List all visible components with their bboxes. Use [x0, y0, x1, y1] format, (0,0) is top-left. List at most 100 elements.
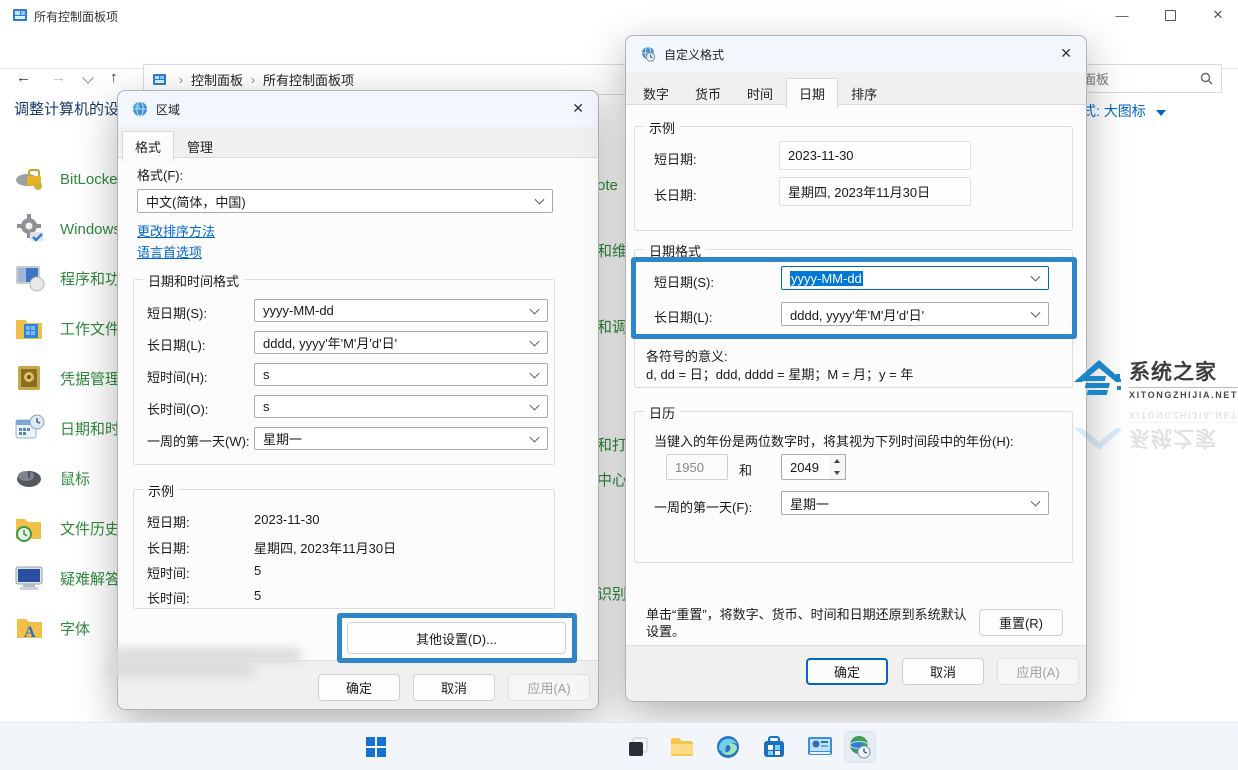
window-title: 所有控制面板项 [34, 8, 118, 25]
language-preferences-link[interactable]: 语言首选项 [137, 242, 202, 261]
tab-format[interactable]: 格式 [122, 131, 174, 162]
spinner-down-icon[interactable] [829, 467, 845, 479]
reset-button[interactable]: 重置(R) [979, 609, 1063, 636]
tab-date[interactable]: 日期 [786, 78, 838, 109]
watermark-house-icon [1072, 352, 1121, 404]
control-panel-app-button[interactable] [804, 731, 836, 763]
format-label: 格式(F): [137, 165, 183, 184]
credential-manager-icon [14, 362, 46, 394]
taskbar: 搜索 [0, 722, 1238, 770]
bg-fragment: 和打 [597, 434, 627, 455]
fonts-icon: A [14, 612, 46, 644]
example-short-date-field[interactable]: 2023-11-30 [779, 141, 971, 170]
long-date-label: 长日期(L): [654, 307, 713, 326]
close-icon[interactable]: ✕ [572, 100, 584, 117]
tab-time[interactable]: 时间 [734, 78, 786, 109]
long-date-combobox[interactable]: dddd, yyyy'年'M'月'd'日' [781, 302, 1049, 326]
ok-button[interactable]: 确定 [318, 674, 400, 701]
apply-button: 应用(A) [997, 658, 1079, 685]
region-dialog-titlebar: 区域 ✕ [118, 91, 598, 127]
tab-numbers[interactable]: 数字 [630, 78, 682, 109]
svg-text:A: A [24, 624, 36, 641]
short-date-combobox[interactable]: yyyy-MM-dd [781, 266, 1049, 290]
mouse-icon [14, 462, 46, 494]
customize-dialog-titlebar: 自定义格式 ✕ [626, 36, 1086, 72]
windows-logo-icon [364, 735, 388, 759]
start-button[interactable] [360, 731, 392, 763]
breadcrumb-all-items[interactable]: 所有控制面板项 [263, 70, 354, 89]
example-long-date-label: 长日期: [147, 538, 190, 557]
page-heading: 调整计算机的设置 [14, 98, 134, 119]
first-day-combobox[interactable]: 星期一 [781, 491, 1049, 515]
reset-description: 单击“重置”，将数字、货币、时间和日期还原到系统默认设置。 [646, 606, 976, 640]
store-icon [761, 734, 787, 760]
up-icon[interactable]: ↑ [110, 69, 118, 86]
bg-fragment: 中心 [597, 469, 627, 490]
tab-currency[interactable]: 货币 [682, 78, 734, 109]
maximize-button[interactable] [1148, 0, 1192, 30]
example-long-time-label: 长时间: [147, 588, 190, 607]
region-app-button[interactable] [844, 731, 876, 763]
file-explorer-button[interactable] [666, 731, 698, 763]
customize-dialog-title: 自定义格式 [664, 46, 724, 63]
globe-icon [132, 101, 148, 117]
conjunction-label: 和 [739, 460, 752, 479]
cpl-item-fonts[interactable]: A 字体 [14, 610, 90, 646]
cancel-button[interactable]: 取消 [902, 658, 984, 685]
year-from-field: 1950 [666, 454, 728, 480]
gear-icon [14, 212, 46, 244]
long-date-combobox[interactable]: dddd, yyyy'年'M'月'd'日' [254, 331, 548, 354]
long-time-combobox[interactable]: s [254, 395, 548, 418]
example-group-title: 示例 [644, 118, 680, 137]
breadcrumb-control-panel[interactable]: 控制面板 [191, 70, 243, 89]
cancel-button[interactable]: 取消 [413, 674, 495, 701]
date-time-icon [14, 412, 46, 444]
tab-sort[interactable]: 排序 [838, 78, 890, 109]
chevron-down-icon [1031, 308, 1041, 318]
blur-smudge [104, 663, 254, 677]
display-settings-icon [807, 734, 833, 760]
other-settings-button[interactable]: 其他设置(D)... [347, 622, 566, 654]
short-date-label: 短日期(S): [147, 303, 207, 322]
globe-clock-icon [640, 46, 656, 62]
apply-button: 应用(A) [508, 674, 590, 701]
back-icon[interactable]: ← [16, 69, 31, 86]
change-sort-link[interactable]: 更改排序方法 [137, 221, 215, 240]
crumb-separator: › [251, 73, 255, 87]
forward-icon[interactable]: → [51, 69, 66, 86]
programs-icon [14, 262, 46, 294]
cpl-item-mouse[interactable]: 鼠标 [14, 460, 90, 496]
history-chevron-icon[interactable] [82, 72, 93, 83]
minimize-button[interactable]: — [1100, 0, 1144, 30]
first-day-combobox[interactable]: 星期一 [254, 427, 548, 450]
year-spinner[interactable] [829, 454, 846, 480]
tab-administrative[interactable]: 管理 [174, 131, 226, 162]
year-to-field[interactable]: 2049 [781, 454, 830, 480]
edge-icon [715, 734, 741, 760]
region-dialog-title: 区域 [156, 101, 180, 118]
bg-fragment: 和调 [597, 316, 627, 337]
microsoft-store-button[interactable] [758, 731, 790, 763]
edge-button[interactable] [712, 731, 744, 763]
chevron-down-icon [530, 336, 540, 346]
ok-button[interactable]: 确定 [806, 658, 888, 685]
symbols-text: d, dd = 日；ddd, dddd = 星期；M = 月；y = 年 [646, 364, 913, 383]
short-time-combobox[interactable]: s [254, 363, 548, 386]
short-date-combobox[interactable]: yyyy-MM-dd [254, 299, 548, 322]
spinner-up-icon[interactable] [829, 455, 845, 467]
control-panel-icon [152, 72, 167, 87]
task-view-button[interactable] [622, 731, 654, 763]
watermark-title: 系统之家 [1129, 356, 1238, 386]
close-button[interactable]: ✕ [1196, 0, 1238, 30]
cpl-item-troubleshooting[interactable]: 疑难解答 [14, 560, 120, 596]
chevron-down-icon [1156, 110, 1166, 116]
short-time-label: 短时间(H): [147, 367, 208, 386]
chevron-down-icon [1031, 272, 1041, 282]
file-history-icon [14, 512, 46, 544]
example-long-time-value: 5 [254, 588, 261, 603]
close-icon[interactable]: ✕ [1060, 45, 1072, 62]
example-long-date-field[interactable]: 星期四, 2023年11月30日 [779, 177, 971, 206]
crumb-separator: › [179, 73, 183, 87]
format-combobox[interactable]: 中文(简体，中国) [137, 189, 553, 213]
long-date-label: 长日期(L): [147, 335, 206, 354]
